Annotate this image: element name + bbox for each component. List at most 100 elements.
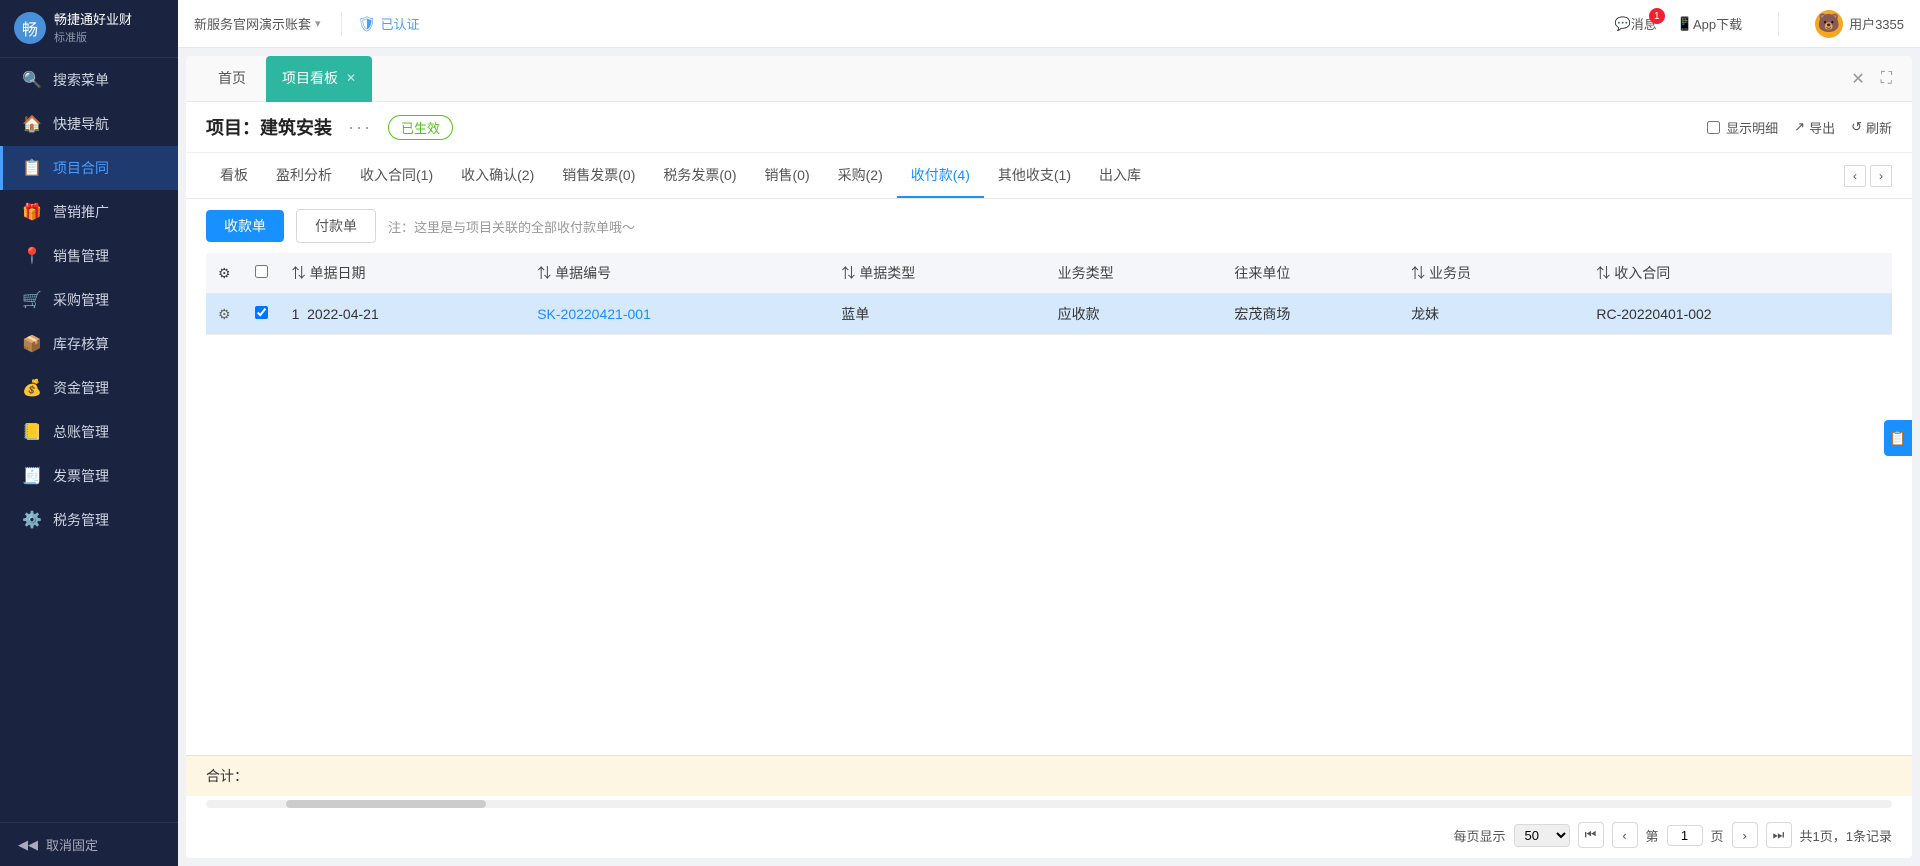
col-header-income_contract[interactable]: ⇅ 收入合同	[1584, 253, 1892, 294]
col-header-checkbox	[243, 253, 280, 294]
sidebar-item-invoice[interactable]: 🧾 发票管理	[0, 454, 178, 498]
sidebar-footer[interactable]: ◀◀ 取消固定	[0, 822, 178, 866]
scrollbar-thumb[interactable]	[286, 800, 486, 808]
col-sort-salesperson[interactable]: ⇅ 业务员	[1411, 265, 1471, 281]
sidebar-item-ledger[interactable]: 📒 总账管理	[0, 410, 178, 454]
project-name: 建筑安装	[260, 118, 332, 138]
summary-label: 合计：	[206, 768, 248, 784]
col-sort-date[interactable]: ⇅ 单据日期	[292, 265, 366, 281]
tax-icon: ⚙️	[21, 510, 43, 530]
row-number-link-0[interactable]: SK-20220421-001	[537, 306, 651, 322]
phone-icon: 📱	[1677, 16, 1693, 32]
row-contract-0: RC-20220401-002	[1584, 294, 1892, 335]
row-gear-0[interactable]: ⚙	[206, 294, 243, 335]
refresh-icon: ↺	[1851, 119, 1862, 135]
settings-icon[interactable]: ⚙	[218, 265, 231, 281]
sub-tab-income-contract[interactable]: 收入合同(1)	[346, 154, 447, 198]
app-download-button[interactable]: 📱 App下载	[1677, 14, 1742, 33]
tab-project-board[interactable]: 项目看板✕	[266, 56, 372, 102]
col-header-gear: ⚙	[206, 253, 243, 294]
per-page-select[interactable]: 50 100 200	[1514, 824, 1570, 847]
toolbar-note: 注：这里是与项目关联的全部收付款单哦～	[388, 217, 635, 236]
sub-tab-income-confirm[interactable]: 收入确认(2)	[447, 154, 548, 198]
row-check-input-0[interactable]	[255, 306, 268, 319]
export-icon: ↗	[1794, 119, 1805, 135]
horizontal-scrollbar[interactable]	[206, 800, 1892, 808]
tab-prev-button[interactable]: ‹	[1844, 165, 1866, 187]
message-button[interactable]: 💬 消息 1	[1615, 14, 1657, 33]
sidebar-item-purchase[interactable]: 🛒 采购管理	[0, 278, 178, 322]
receipt-button[interactable]: 收款单	[206, 210, 284, 242]
sidebar-item-fund[interactable]: 💰 资金管理	[0, 366, 178, 410]
ledger-icon: 📒	[21, 422, 43, 442]
sidebar-item-tax[interactable]: ⚙️ 税务管理	[0, 498, 178, 542]
col-header-number[interactable]: ⇅ 单据编号	[525, 253, 829, 294]
col-sort-income_contract[interactable]: ⇅ 收入合同	[1596, 265, 1670, 281]
more-options-button[interactable]: ···	[348, 117, 372, 138]
expand-button[interactable]: ⛶	[1877, 66, 1896, 92]
user-avatar: 🐻	[1815, 10, 1843, 38]
sidebar-label-tax: 税务管理	[53, 510, 109, 530]
sub-tab-label-sales-invoice: 销售发票(0)	[562, 165, 635, 185]
sidebar-item-sales[interactable]: 📍 销售管理	[0, 234, 178, 278]
table-row[interactable]: ⚙ 1 2022-04-21 SK-20220421-001 蓝单 应收款 宏茂…	[206, 294, 1892, 335]
tab-nav-arrows: ‹ ›	[1844, 165, 1892, 187]
close-window-button[interactable]: ✕	[1847, 65, 1868, 93]
sub-tab-label-income-confirm: 收入确认(2)	[461, 165, 534, 185]
show-detail-checkbox[interactable]: 显示明细	[1707, 118, 1778, 137]
sub-tab-sales-invoice[interactable]: 销售发票(0)	[548, 154, 649, 198]
summary-row: 合计：	[186, 755, 1912, 796]
sub-tab-profit[interactable]: 盈利分析	[262, 154, 346, 198]
row-checkbox-0[interactable]	[243, 294, 280, 335]
col-sort-type[interactable]: ⇅ 单据类型	[841, 265, 915, 281]
tab-close-project-board[interactable]: ✕	[346, 71, 356, 85]
user-menu[interactable]: 🐻 用户3355	[1815, 10, 1904, 38]
sidebar-item-quick-nav[interactable]: 🏠 快捷导航	[0, 102, 178, 146]
next-page-button[interactable]: ›	[1732, 822, 1758, 848]
tabs-bar-right: ✕ ⛶	[1847, 65, 1896, 93]
total-info: 共1页，1条记录	[1800, 826, 1892, 845]
select-all-checkbox[interactable]	[255, 265, 268, 278]
user-name: 用户3355	[1849, 14, 1904, 33]
sub-tab-other-income[interactable]: 其他收支(1)	[984, 154, 1085, 198]
prev-page-button[interactable]: ‹	[1612, 822, 1638, 848]
sub-tab-label-income-contract: 收入合同(1)	[360, 165, 433, 185]
sidebar-label-fund: 资金管理	[53, 378, 109, 398]
account-selector[interactable]: 新服务官网演示账套 ▾	[194, 14, 325, 33]
tab-home[interactable]: 首页	[202, 56, 262, 102]
sub-tab-purchase[interactable]: 采购(2)	[824, 154, 897, 198]
refresh-button[interactable]: ↺ 刷新	[1851, 118, 1892, 137]
sidebar-item-inventory[interactable]: 📦 库存核算	[0, 322, 178, 366]
sub-tab-warehouse[interactable]: 出入库	[1085, 154, 1155, 198]
message-badge: 1	[1649, 8, 1665, 24]
sub-tab-kanban[interactable]: 看板	[206, 154, 262, 198]
col-header-date[interactable]: ⇅ 单据日期	[280, 253, 526, 294]
fund-icon: 💰	[21, 378, 43, 398]
sub-tab-label-receipt: 收付款(4)	[911, 165, 970, 185]
export-button[interactable]: ↗ 导出	[1794, 118, 1835, 137]
col-header-type[interactable]: ⇅ 单据类型	[829, 253, 1045, 294]
first-page-button[interactable]: ⏮	[1578, 822, 1604, 848]
sub-tab-label-sales: 销售(0)	[765, 165, 810, 185]
sidebar-item-search[interactable]: 🔍 搜索菜单	[0, 58, 178, 102]
last-page-button[interactable]: ⏭	[1766, 822, 1792, 848]
sub-tab-receipt[interactable]: 收付款(4)	[897, 154, 984, 198]
col-sort-number[interactable]: ⇅ 单据编号	[537, 265, 611, 281]
sub-tab-sales[interactable]: 销售(0)	[751, 154, 824, 198]
sub-tab-label-purchase: 采购(2)	[838, 165, 883, 185]
payment-button[interactable]: 付款单	[296, 209, 376, 243]
right-panel-button[interactable]: 📋	[1884, 420, 1912, 456]
sidebar-item-project-contract[interactable]: 📋 项目合同	[0, 146, 178, 190]
tab-next-button[interactable]: ›	[1870, 165, 1892, 187]
sub-tab-tax-invoice[interactable]: 税务发票(0)	[649, 154, 750, 198]
show-detail-input[interactable]	[1707, 121, 1720, 134]
col-header-salesperson[interactable]: ⇅ 业务员	[1399, 253, 1584, 294]
sidebar-label-quick-nav: 快捷导航	[53, 114, 109, 134]
sidebar-item-marketing[interactable]: 🎁 营销推广	[0, 190, 178, 234]
row-number-0[interactable]: SK-20220421-001	[525, 294, 829, 335]
row-date-0: 1 2022-04-21	[280, 294, 526, 335]
sidebar-scroll: 🔍 搜索菜单 🏠 快捷导航 📋 项目合同 🎁 营销推广 📍 销售管理 🛒 采购管…	[0, 58, 178, 822]
current-page-input[interactable]	[1667, 825, 1703, 846]
export-label: 导出	[1809, 118, 1835, 137]
sidebar-label-invoice: 发票管理	[53, 466, 109, 486]
